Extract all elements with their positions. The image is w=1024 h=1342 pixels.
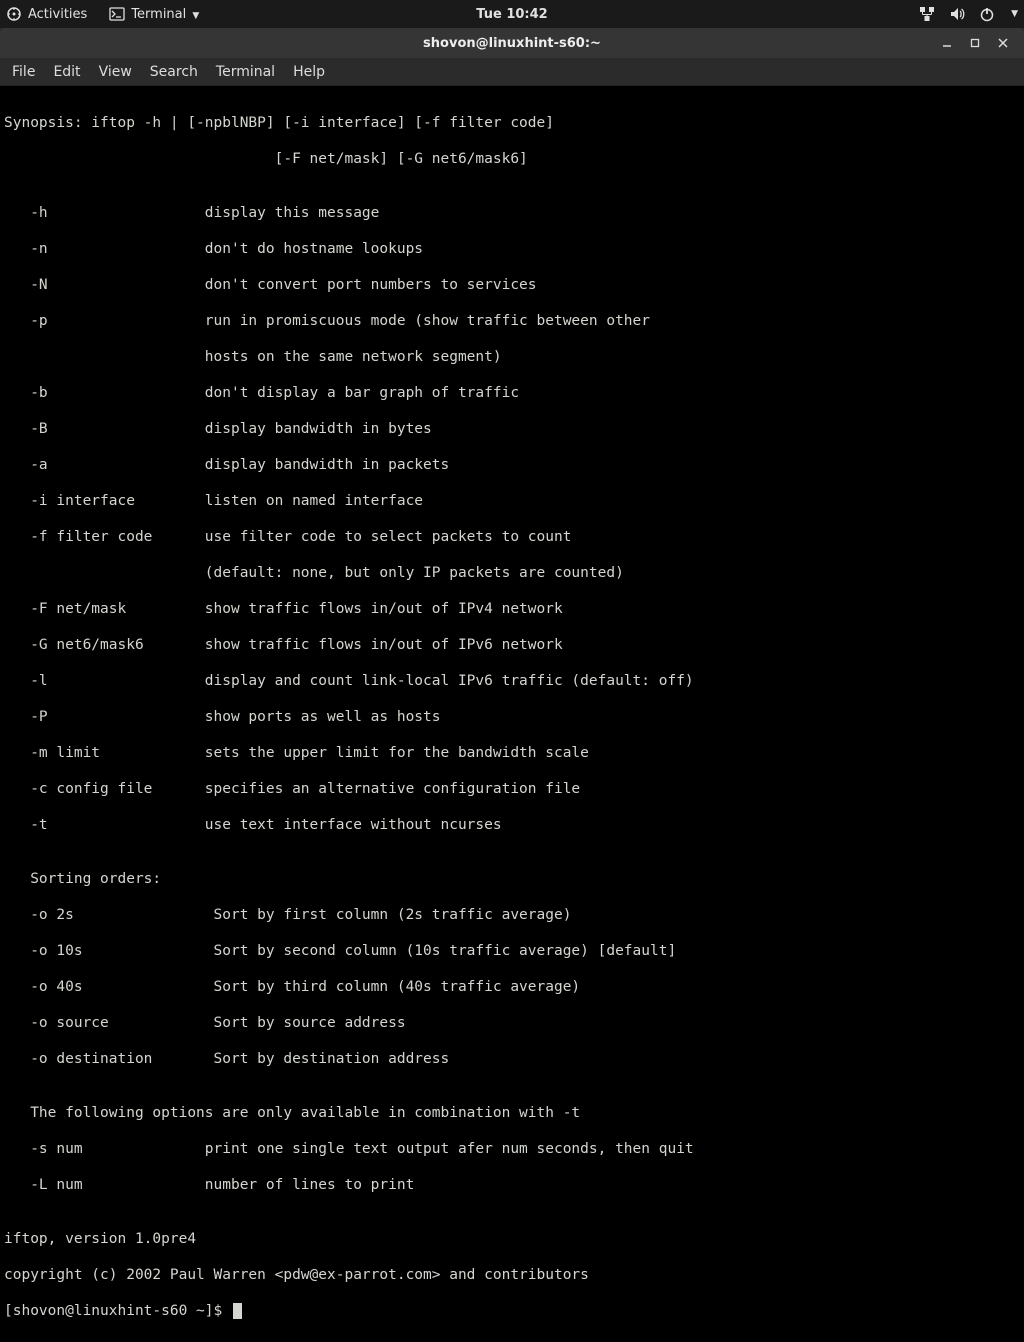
terminal-output[interactable]: Synopsis: iftop -h | [-npblNBP] [-i inte… [0,86,1024,1342]
menubar: File Edit View Search Terminal Help [0,58,1024,86]
terminal-line: hosts on the same network segment) [4,348,1020,366]
activities-icon [6,6,22,22]
window-titlebar[interactable]: shovon@linuxhint-s60:~ [0,28,1024,58]
terminal-line: -l display and count link-local IPv6 tra… [4,672,1020,690]
terminal-line: -F net/mask show traffic flows in/out of… [4,600,1020,618]
window-title: shovon@linuxhint-s60:~ [423,36,601,51]
terminal-line: -a display bandwidth in packets [4,456,1020,474]
menu-terminal[interactable]: Terminal [216,64,275,80]
terminal-line: [-F net/mask] [-G net6/mask6] [4,150,1020,168]
terminal-line: -c config file specifies an alternative … [4,780,1020,798]
terminal-line: -o source Sort by source address [4,1014,1020,1032]
terminal-line: -P show ports as well as hosts [4,708,1020,726]
terminal-line: -o 40s Sort by third column (40s traffic… [4,978,1020,996]
menu-view[interactable]: View [99,64,132,80]
menu-file[interactable]: File [12,64,35,80]
terminal-line: -L num number of lines to print [4,1176,1020,1194]
system-menu-chevron-icon[interactable]: ▼ [1011,9,1018,19]
terminal-line: -b don't display a bar graph of traffic [4,384,1020,402]
close-button[interactable] [996,36,1010,50]
power-icon[interactable] [979,6,995,22]
menu-search[interactable]: Search [150,64,198,80]
terminal-line: -f filter code use filter code to select… [4,528,1020,546]
terminal-line: -o 2s Sort by first column (2s traffic a… [4,906,1020,924]
menu-help[interactable]: Help [293,64,325,80]
terminal-line: -n don't do hostname lookups [4,240,1020,258]
terminal-line: -B display bandwidth in bytes [4,420,1020,438]
terminal-line: -o 10s Sort by second column (10s traffi… [4,942,1020,960]
terminal-line: -h display this message [4,204,1020,222]
shell-prompt: [shovon@linuxhint-s60 ~]$ [4,1303,231,1319]
terminal-line: iftop, version 1.0pre4 [4,1230,1020,1248]
network-icon[interactable] [919,6,935,22]
menu-edit[interactable]: Edit [53,64,80,80]
terminal-window: shovon@linuxhint-s60:~ File Edit View Se… [0,28,1024,1342]
terminal-line: The following options are only available… [4,1104,1020,1122]
terminal-line: -p run in promiscuous mode (show traffic… [4,312,1020,330]
terminal-line: -i interface listen on named interface [4,492,1020,510]
terminal-line: Synopsis: iftop -h | [-npblNBP] [-i inte… [4,114,1020,132]
terminal-line: -s num print one single text output afer… [4,1140,1020,1158]
app-menu-label: Terminal [131,7,186,22]
terminal-line: -t use text interface without ncurses [4,816,1020,834]
terminal-line: copyright (c) 2002 Paul Warren <pdw@ex-p… [4,1266,1020,1284]
terminal-line: Sorting orders: [4,870,1020,888]
volume-icon[interactable] [949,6,965,22]
terminal-app-icon [109,6,125,22]
terminal-line: -o destination Sort by destination addre… [4,1050,1020,1068]
app-menu-button[interactable]: Terminal ▼ [131,7,199,22]
gnome-top-bar: Activities Terminal ▼ Tue 10:42 ▼ [0,0,1024,28]
terminal-cursor [233,1303,242,1319]
terminal-line: -m limit sets the upper limit for the ba… [4,744,1020,762]
terminal-line: -G net6/mask6 show traffic flows in/out … [4,636,1020,654]
activities-button[interactable]: Activities [28,7,87,22]
terminal-line: (default: none, but only IP packets are … [4,564,1020,582]
minimize-button[interactable] [940,36,954,50]
chevron-down-icon: ▼ [192,11,199,21]
maximize-button[interactable] [968,36,982,50]
terminal-line: -N don't convert port numbers to service… [4,276,1020,294]
